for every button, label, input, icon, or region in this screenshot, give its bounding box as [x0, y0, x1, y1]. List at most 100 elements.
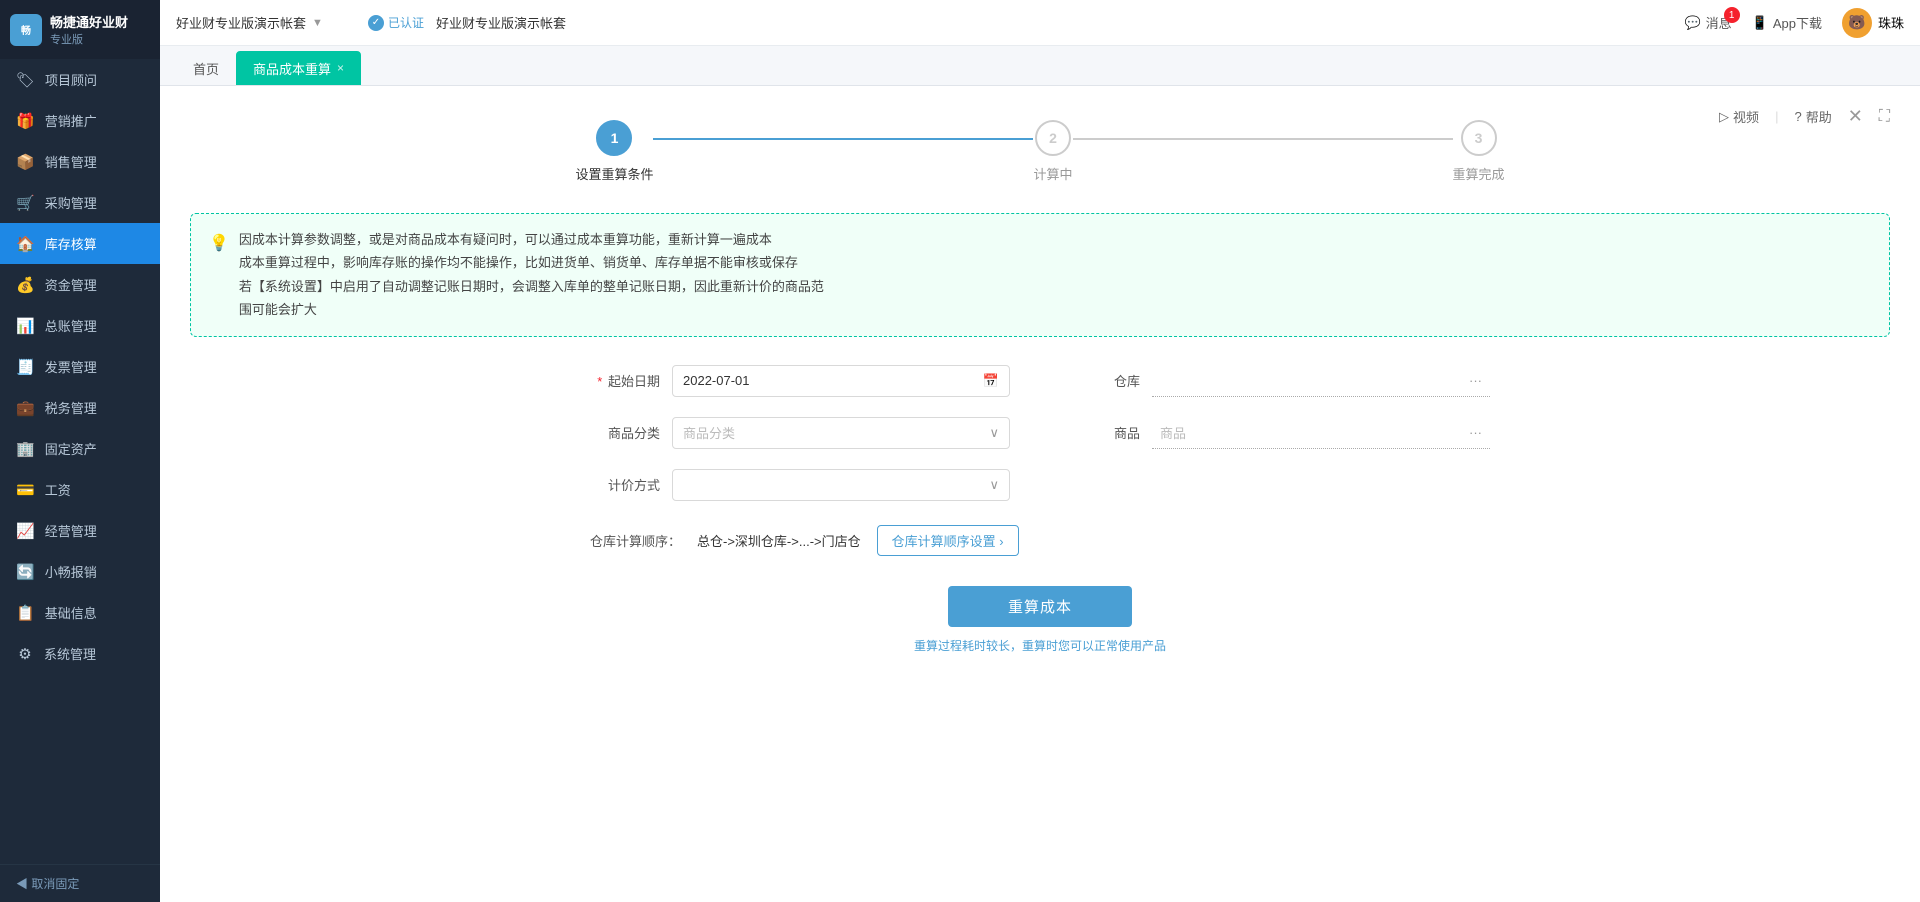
- price-method-dropdown-icon[interactable]: ∨: [989, 477, 999, 493]
- calendar-icon[interactable]: 📅: [983, 373, 999, 389]
- sidebar-item-project[interactable]: 🏷项目顾问: [0, 59, 160, 100]
- tab-close-button[interactable]: ×: [337, 61, 344, 75]
- tab-bar: 首页 商品成本重算 ×: [160, 46, 1920, 86]
- sidebar-label-sales: 销售管理: [45, 152, 97, 171]
- price-method-input[interactable]: ∨: [672, 469, 1010, 501]
- account-selector-chevron: ▼: [312, 17, 323, 29]
- category-label: 商品分类: [590, 423, 660, 442]
- sidebar-icon-salary: 💳: [16, 481, 35, 499]
- sidebar-item-invoice[interactable]: 🧾发票管理: [0, 346, 160, 387]
- app-download-button[interactable]: 📱 App下载: [1752, 13, 1822, 32]
- phone-icon: 📱: [1752, 15, 1768, 31]
- recalc-button[interactable]: 重算成本: [948, 586, 1132, 627]
- user-menu[interactable]: 🐻 珠珠: [1842, 8, 1904, 38]
- steps-container: 1 设置重算条件 2 计算中 3 重算完成: [190, 120, 1890, 183]
- topbar: 好业财专业版演示帐套 ▼ ✓ 已认证 好业财专业版演示帐套 💬 消息 1 📱 A…: [160, 0, 1920, 46]
- form-row-goods: 商品 商品 ···: [1070, 417, 1490, 449]
- sidebar-item-accounting[interactable]: 📊总账管理: [0, 305, 160, 346]
- notice-line-1: 因成本计算参数调整，或是对商品成本有疑问时，可以通过成本重算功能，重新计算一遍成…: [239, 228, 824, 251]
- sidebar-label-assets: 固定资产: [45, 439, 97, 458]
- user-avatar: 🐻: [1842, 8, 1872, 38]
- notice-line-3: 若【系统设置】中启用了自动调整记账日期时，会调整入库单的整单记账日期，因此重新计…: [239, 275, 824, 298]
- warehouse-calc-order-btn[interactable]: 仓库计算顺序设置 ›: [877, 525, 1019, 556]
- sidebar-item-operations[interactable]: 📈经营管理: [0, 510, 160, 551]
- sidebar-item-inventory[interactable]: 🏠 库存核算: [0, 223, 160, 264]
- sidebar-icon-system: ⚙: [16, 645, 34, 663]
- sidebar-item-expense[interactable]: 🔄 小畅报销: [0, 551, 160, 592]
- sidebar-label-salary: 工资: [45, 480, 71, 499]
- notice-icon: 💡: [209, 230, 229, 322]
- sidebar-icon-assets: 🏢: [16, 440, 35, 458]
- sidebar-unpin-button[interactable]: ◀ 取消固定: [0, 864, 160, 902]
- sidebar-icon-accounting: 📊: [16, 317, 35, 335]
- sidebar-item-tax[interactable]: 💼 税务管理: [0, 387, 160, 428]
- message-button[interactable]: 💬 消息 1: [1684, 13, 1731, 32]
- sidebar-item-system[interactable]: ⚙ 系统管理: [0, 633, 160, 674]
- start-date-label: * 起始日期: [590, 371, 660, 390]
- tab-home-label: 首页: [193, 59, 219, 78]
- sidebar-item-salary[interactable]: 💳 工资: [0, 469, 160, 510]
- sidebar-nav: 🏷项目顾问 🎁 营销推广 📦销售管理 🛒 采购管理 🏠 库存核算 💰资金管理📊总账管理🧾发票管理…: [0, 59, 160, 864]
- step-line-2: [1073, 138, 1453, 140]
- sidebar-header: 畅 畅捷通好业财 专业版: [0, 0, 160, 59]
- verified-icon: ✓: [368, 15, 384, 31]
- sidebar-item-marketing[interactable]: 🎁 营销推广: [0, 100, 160, 141]
- warehouse-input[interactable]: ···: [1152, 365, 1490, 397]
- step-1-label: 设置重算条件: [575, 164, 653, 183]
- category-placeholder: 商品分类: [683, 423, 735, 442]
- sidebar-label-inventory: 库存核算: [45, 234, 97, 253]
- step-2-label: 计算中: [1033, 164, 1072, 183]
- message-icon: 💬: [1684, 15, 1700, 31]
- step-2-circle: 2: [1035, 120, 1071, 156]
- warehouse-more-icon[interactable]: ···: [1469, 373, 1482, 388]
- sidebar-icon-inventory: 🏠: [16, 235, 35, 253]
- sidebar-icon-finance: 💰: [16, 276, 35, 294]
- goods-more-icon[interactable]: ···: [1469, 425, 1482, 440]
- content-area: ▷ 视频 | ? 帮助 ✕ ⛶ 1 设置重算条件 2: [160, 86, 1920, 902]
- tab-home[interactable]: 首页: [176, 51, 236, 85]
- sidebar: 畅 畅捷通好业财 专业版 🏷项目顾问 🎁 营销推广 📦销售管理 🛒 采购管理 🏠 库存核算 💰资…: [0, 0, 160, 902]
- sidebar-label-system: 系统管理: [44, 644, 96, 663]
- goods-label: 商品: [1070, 423, 1140, 442]
- step-3-label: 重算完成: [1453, 164, 1505, 183]
- form-row-warehouse: 仓库 ···: [1070, 365, 1490, 397]
- topbar-account-name: 好业财专业版演示帐套: [436, 13, 566, 32]
- sidebar-item-basic[interactable]: 📋基础信息: [0, 592, 160, 633]
- tab-recalc-label: 商品成本重算: [253, 59, 331, 78]
- sidebar-label-tax: 税务管理: [45, 398, 97, 417]
- step-3: 3 重算完成: [1453, 120, 1505, 183]
- sidebar-icon-expense: 🔄: [16, 563, 35, 581]
- sidebar-item-assets[interactable]: 🏢 固定资产: [0, 428, 160, 469]
- sidebar-app-name: 畅捷通好业财: [50, 12, 128, 31]
- sidebar-item-finance[interactable]: 💰资金管理: [0, 264, 160, 305]
- form-grid: * 起始日期 2022-07-01 📅 仓库 ··· 商品分类: [590, 365, 1490, 501]
- required-star: *: [597, 374, 602, 389]
- account-selector[interactable]: 好业财专业版演示帐套 ▼: [176, 13, 356, 32]
- sidebar-label-purchase: 采购管理: [45, 193, 97, 212]
- sidebar-label-operations: 经营管理: [45, 521, 97, 540]
- start-date-value: 2022-07-01: [683, 373, 750, 388]
- sidebar-item-sales[interactable]: 📦销售管理: [0, 141, 160, 182]
- sidebar-label-project: 项目顾问: [45, 70, 97, 89]
- sidebar-label-expense: 小畅报销: [45, 562, 97, 581]
- sidebar-item-purchase[interactable]: 🛒 采购管理: [0, 182, 160, 223]
- goods-input[interactable]: 商品 ···: [1152, 417, 1490, 449]
- start-date-input[interactable]: 2022-07-01 📅: [672, 365, 1010, 397]
- recalc-center: 重算成本 重算过程耗时较长，重算时您可以正常使用产品: [190, 586, 1890, 654]
- form-row-category: 商品分类 商品分类 ∨: [590, 417, 1010, 449]
- sidebar-icon-tax: 💼: [16, 399, 35, 417]
- sidebar-icon-basic: 📋: [16, 604, 35, 622]
- sidebar-icon-purchase: 🛒: [16, 194, 35, 212]
- price-method-label: 计价方式: [590, 475, 660, 494]
- tab-recalc[interactable]: 商品成本重算 ×: [236, 51, 361, 85]
- sidebar-title-block: 畅捷通好业财 专业版: [50, 12, 128, 47]
- form-row-start-date: * 起始日期 2022-07-01 📅: [590, 365, 1010, 397]
- sidebar-label-marketing: 营销推广: [45, 111, 97, 130]
- warehouse-calc-row: 仓库计算顺序： 总仓->深圳仓库->...->门店仓 仓库计算顺序设置 ›: [590, 525, 1490, 556]
- sidebar-logo: 畅: [10, 14, 42, 46]
- step-1: 1 设置重算条件: [575, 120, 653, 183]
- sidebar-icon-marketing: 🎁: [16, 112, 35, 130]
- category-input[interactable]: 商品分类 ∨: [672, 417, 1010, 449]
- category-dropdown-icon[interactable]: ∨: [989, 425, 999, 441]
- notice-line-2: 成本重算过程中，影响库存账的操作均不能操作，比如进货单、销货单、库存单据不能审核…: [239, 251, 824, 274]
